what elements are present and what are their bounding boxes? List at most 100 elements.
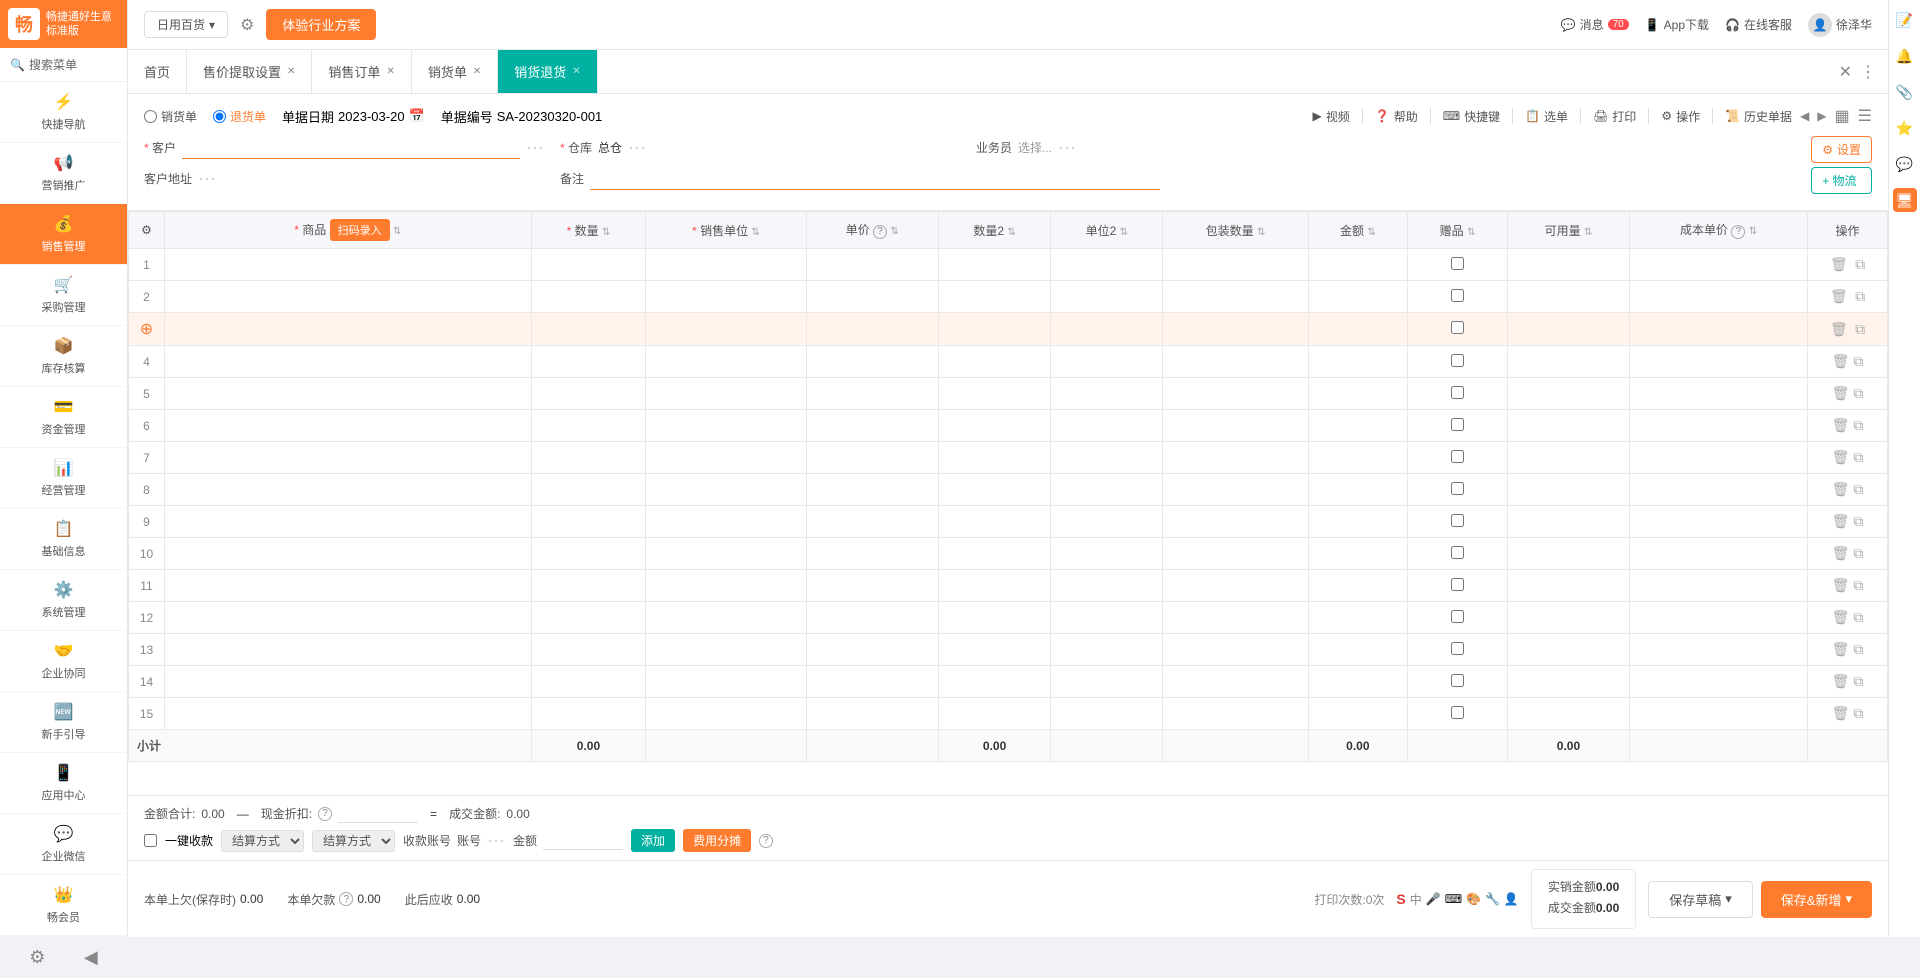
tab-sales-order[interactable]: 销售订单 ✕ <box>312 50 411 93</box>
cell-product[interactable] <box>165 313 532 346</box>
sidebar-item-marketing[interactable]: 📢 营销推广 <box>0 143 127 204</box>
tabbar-menu-icon[interactable]: ⋮ <box>1860 62 1876 82</box>
cell-qty[interactable] <box>531 313 646 346</box>
sidebar-item-purchase[interactable]: 🛒 采购管理 <box>0 265 127 326</box>
tab-home[interactable]: 首页 <box>128 50 187 93</box>
one-click-payment-checkbox[interactable] <box>144 834 157 847</box>
delete-row-icon[interactable]: 🗑 <box>1832 417 1850 433</box>
add-row-icon[interactable]: ⊕ <box>140 321 153 338</box>
right-panel-icon-4[interactable]: ⭐ <box>1893 116 1917 140</box>
tools-icon[interactable]: 🔧 <box>1485 892 1500 906</box>
app-download-item[interactable]: 📱 App下载 <box>1645 16 1709 33</box>
cell-unit[interactable] <box>646 249 806 281</box>
tab-sales-delivery[interactable]: 销货单 ✕ <box>412 50 498 93</box>
delete-row-icon[interactable]: 🗑 <box>1830 288 1848 304</box>
cell-amount[interactable] <box>1308 313 1408 346</box>
tab-price-close-icon[interactable]: ✕ <box>287 66 295 77</box>
sidebar-item-member[interactable]: 👑 畅会员 <box>0 875 127 936</box>
cash-discount-info-icon[interactable]: ? <box>318 807 332 821</box>
right-panel-icon-1[interactable]: 📝 <box>1893 8 1917 32</box>
settings-btn[interactable]: ⚙ 设置 <box>1811 136 1872 163</box>
cell-gift[interactable] <box>1408 249 1508 281</box>
save-new-btn[interactable]: 保存&新增 ▾ <box>1761 881 1872 918</box>
trial-btn[interactable]: 体验行业方案 <box>266 9 376 40</box>
copy-row-icon[interactable]: ⧉ <box>1853 545 1863 561</box>
right-panel-icon-5[interactable]: 💬 <box>1893 152 1917 176</box>
close-all-icon[interactable]: ✕ <box>1839 62 1852 82</box>
sort-avail-icon[interactable]: ⇅ <box>1584 227 1592 238</box>
right-panel-icon-6[interactable]: 🖥 <box>1893 188 1917 212</box>
copy-row-icon[interactable]: ⧉ <box>1853 641 1863 657</box>
sort-amount-icon[interactable]: ⇅ <box>1367 227 1375 238</box>
search-menu[interactable]: 🔍 搜索菜单 <box>0 48 127 82</box>
col-settings-icon[interactable]: ⚙ <box>141 223 152 237</box>
copy-row-icon[interactable]: ⧉ <box>1853 417 1863 433</box>
action-history[interactable]: 📜 历史单据 <box>1725 108 1792 125</box>
copy-row-icon[interactable]: ⧉ <box>1853 353 1863 369</box>
cell-pkg-qty[interactable] <box>1163 313 1308 346</box>
cell-unit2[interactable] <box>1051 313 1163 346</box>
cell-unit2[interactable] <box>1051 249 1163 281</box>
online-service-item[interactable]: 🎧 在线客服 <box>1725 16 1792 33</box>
cell-gift[interactable] <box>1408 313 1508 346</box>
sidebar-item-inventory[interactable]: 📦 库存核算 <box>0 326 127 387</box>
copy-row-icon[interactable]: ⧉ <box>1855 288 1865 304</box>
sidebar-item-guide[interactable]: 🆕 新手引导 <box>0 692 127 753</box>
delete-row-icon[interactable]: 🗑 <box>1832 481 1850 497</box>
action-select[interactable]: 📋 选单 <box>1525 108 1568 125</box>
address-dots[interactable]: ··· <box>198 168 216 189</box>
cell-price[interactable] <box>806 313 938 346</box>
delete-row-icon[interactable]: 🗑 <box>1832 609 1850 625</box>
cell-price[interactable] <box>806 281 938 313</box>
sidebar-item-basic[interactable]: 📋 基础信息 <box>0 509 127 570</box>
message-item[interactable]: 💬 消息 70 <box>1561 16 1629 33</box>
sort-unit-icon[interactable]: ⇅ <box>751 227 759 238</box>
delete-row-icon[interactable]: 🗑 <box>1832 705 1850 721</box>
bank-dots[interactable]: ··· <box>487 830 505 851</box>
tab-sales-order-close-icon[interactable]: ✕ <box>386 66 394 77</box>
view-grid-icon[interactable]: ▦ <box>1835 106 1850 126</box>
customer-dots[interactable]: ··· <box>526 137 544 158</box>
save-draft-btn[interactable]: 保存草稿 ▾ <box>1648 881 1753 918</box>
sort-price-icon[interactable]: ⇅ <box>890 226 898 237</box>
action-operation[interactable]: ⚙ 操作 <box>1661 108 1700 125</box>
salesperson-select[interactable]: 选择... <box>1018 139 1052 156</box>
copy-row-icon[interactable]: ⧉ <box>1853 577 1863 593</box>
cell-product[interactable] <box>165 281 532 313</box>
delete-row-icon[interactable]: 🗑 <box>1832 545 1850 561</box>
radio-return[interactable]: 退货单 <box>213 108 266 125</box>
sidebar-item-operation[interactable]: 📊 经营管理 <box>0 448 127 509</box>
add-btn[interactable]: 添加 <box>631 829 675 852</box>
sort-product-icon[interactable]: ⇅ <box>393 226 401 237</box>
copy-row-icon[interactable]: ⧉ <box>1855 256 1865 272</box>
cell-available[interactable] <box>1507 313 1629 346</box>
right-panel-icon-3[interactable]: 📎 <box>1893 80 1917 104</box>
nav-next-icon[interactable]: ▶ <box>1817 109 1826 123</box>
cell-amount[interactable] <box>1308 249 1408 281</box>
radio-sales-out[interactable]: 销货单 <box>144 108 197 125</box>
delete-row-icon[interactable]: 🗑 <box>1830 321 1848 337</box>
cell-unit[interactable] <box>646 281 806 313</box>
copy-row-icon[interactable]: ⧉ <box>1853 609 1863 625</box>
cell-gift[interactable] <box>1408 281 1508 313</box>
category-dropdown[interactable]: 日用百货 ▾ <box>144 11 228 38</box>
cell-pkg-qty[interactable] <box>1163 249 1308 281</box>
product-input[interactable] <box>173 322 523 337</box>
delete-row-icon[interactable]: 🗑 <box>1832 641 1850 657</box>
delete-row-icon[interactable]: 🗑 <box>1832 577 1850 593</box>
cell-qty2[interactable] <box>938 281 1050 313</box>
delete-row-icon[interactable]: 🗑 <box>1830 256 1848 272</box>
scan-btn[interactable]: 扫码录入 <box>330 219 390 241</box>
calendar-icon[interactable]: 📅 <box>409 108 425 124</box>
cell-amount[interactable] <box>1308 281 1408 313</box>
cell-cost-price[interactable] <box>1630 249 1808 281</box>
cell-qty[interactable] <box>531 281 646 313</box>
cell-available[interactable] <box>1507 281 1629 313</box>
tab-sales-delivery-close-icon[interactable]: ✕ <box>473 66 481 77</box>
cash-discount-input[interactable] <box>338 804 418 823</box>
cell-pkg-qty[interactable] <box>1163 281 1308 313</box>
sidebar-item-appstore[interactable]: 📱 应用中心 <box>0 753 127 814</box>
tab-price[interactable]: 售价提取设置 ✕ <box>187 50 312 93</box>
user-small-icon[interactable]: 👤 <box>1504 892 1519 906</box>
amount-input[interactable] <box>543 831 623 850</box>
